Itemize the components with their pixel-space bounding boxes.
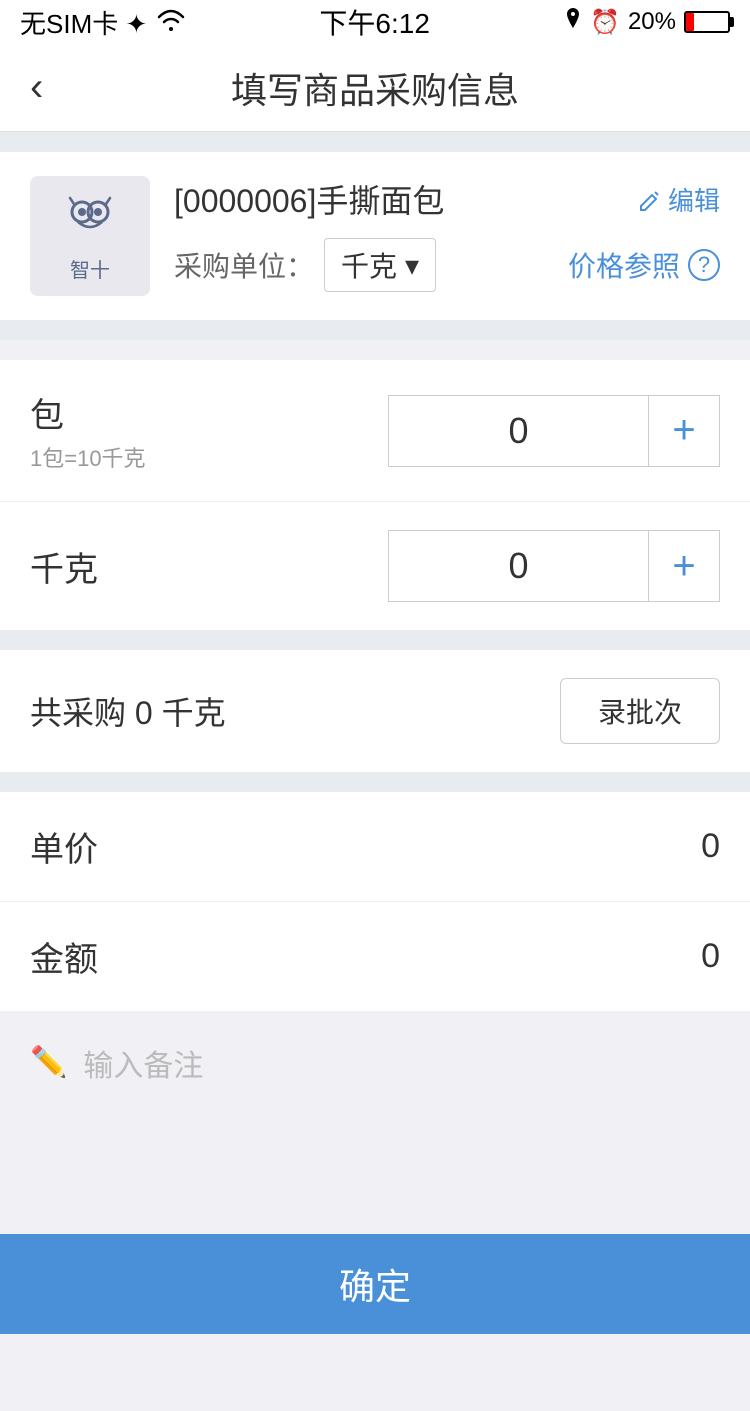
kg-label: 千克: [30, 542, 98, 591]
battery-icon: [684, 11, 730, 33]
unit-select[interactable]: 千克 ▾: [324, 238, 436, 292]
unit-price-label: 单价: [30, 822, 98, 871]
bao-input-row: 包 1包=10千克 0 +: [0, 360, 750, 502]
product-logo-icon: [60, 190, 120, 250]
product-info: [0000006]手撕面包 编辑 采购单位： 千克 ▾ 价格参照 ?: [174, 176, 720, 292]
chevron-down-icon: ▾: [405, 249, 419, 282]
alarm-icon: ⏰: [590, 8, 620, 37]
bao-value[interactable]: 0: [388, 395, 648, 467]
product-name-row: [0000006]手撕面包 编辑: [174, 176, 720, 222]
unit-price-value: 0: [701, 827, 720, 866]
record-batch-button[interactable]: 录批次: [560, 678, 720, 744]
nav-bar: ‹ 填写商品采购信息: [0, 44, 750, 132]
unit-prefix: 采购单位：: [174, 245, 314, 285]
info-section: 单价 0 金额 0: [0, 792, 750, 1011]
page-title: 填写商品采购信息: [231, 62, 519, 114]
kg-input-group: 0 +: [388, 530, 720, 602]
network-label: 无SIM卡 ✦: [20, 4, 147, 41]
kg-plus-button[interactable]: +: [648, 530, 720, 602]
status-time: 下午6:12: [319, 2, 430, 42]
bao-plus-button[interactable]: +: [648, 395, 720, 467]
product-name: [0000006]手撕面包: [174, 176, 444, 222]
product-image: 智十: [30, 176, 150, 296]
location-icon: [564, 8, 582, 37]
product-unit-row: 采购单位： 千克 ▾ 价格参照 ?: [174, 238, 720, 292]
bao-input-group: 0 +: [388, 395, 720, 467]
quantity-section: 包 1包=10千克 0 + 千克 0 +: [0, 360, 750, 630]
product-card: 智十 [0000006]手撕面包 编辑 采购单位： 千克 ▾: [0, 152, 750, 320]
status-right: ⏰ 20%: [564, 8, 730, 37]
kg-value[interactable]: 0: [388, 530, 648, 602]
notes-placeholder: 输入备注: [83, 1041, 203, 1085]
pencil-icon: ✏️: [30, 1045, 67, 1080]
battery-percent: 20%: [628, 8, 676, 36]
status-left: 无SIM卡 ✦: [20, 4, 185, 41]
edit-button[interactable]: 编辑: [638, 181, 720, 218]
amount-value: 0: [701, 937, 720, 976]
price-ref-help-icon: ?: [688, 249, 720, 281]
confirm-button[interactable]: 确定: [0, 1234, 750, 1334]
mid-divider: [0, 320, 750, 340]
kg-input-row: 千克 0 +: [0, 502, 750, 630]
status-bar: 无SIM卡 ✦ 下午6:12 ⏰ 20%: [0, 0, 750, 44]
summary-text: 共采购 0 千克: [30, 688, 226, 734]
top-divider: [0, 132, 750, 152]
summary-section: 共采购 0 千克 录批次: [0, 630, 750, 792]
price-ref-button[interactable]: 价格参照 ?: [568, 245, 720, 285]
bao-label: 包 1包=10千克: [30, 388, 146, 473]
product-logo-label: 智十: [70, 254, 110, 283]
back-button[interactable]: ‹: [30, 65, 43, 110]
unit-price-row: 单价 0: [0, 792, 750, 902]
wifi-icon: [157, 7, 185, 38]
amount-label: 金额: [30, 932, 98, 981]
amount-row: 金额 0: [0, 902, 750, 1011]
